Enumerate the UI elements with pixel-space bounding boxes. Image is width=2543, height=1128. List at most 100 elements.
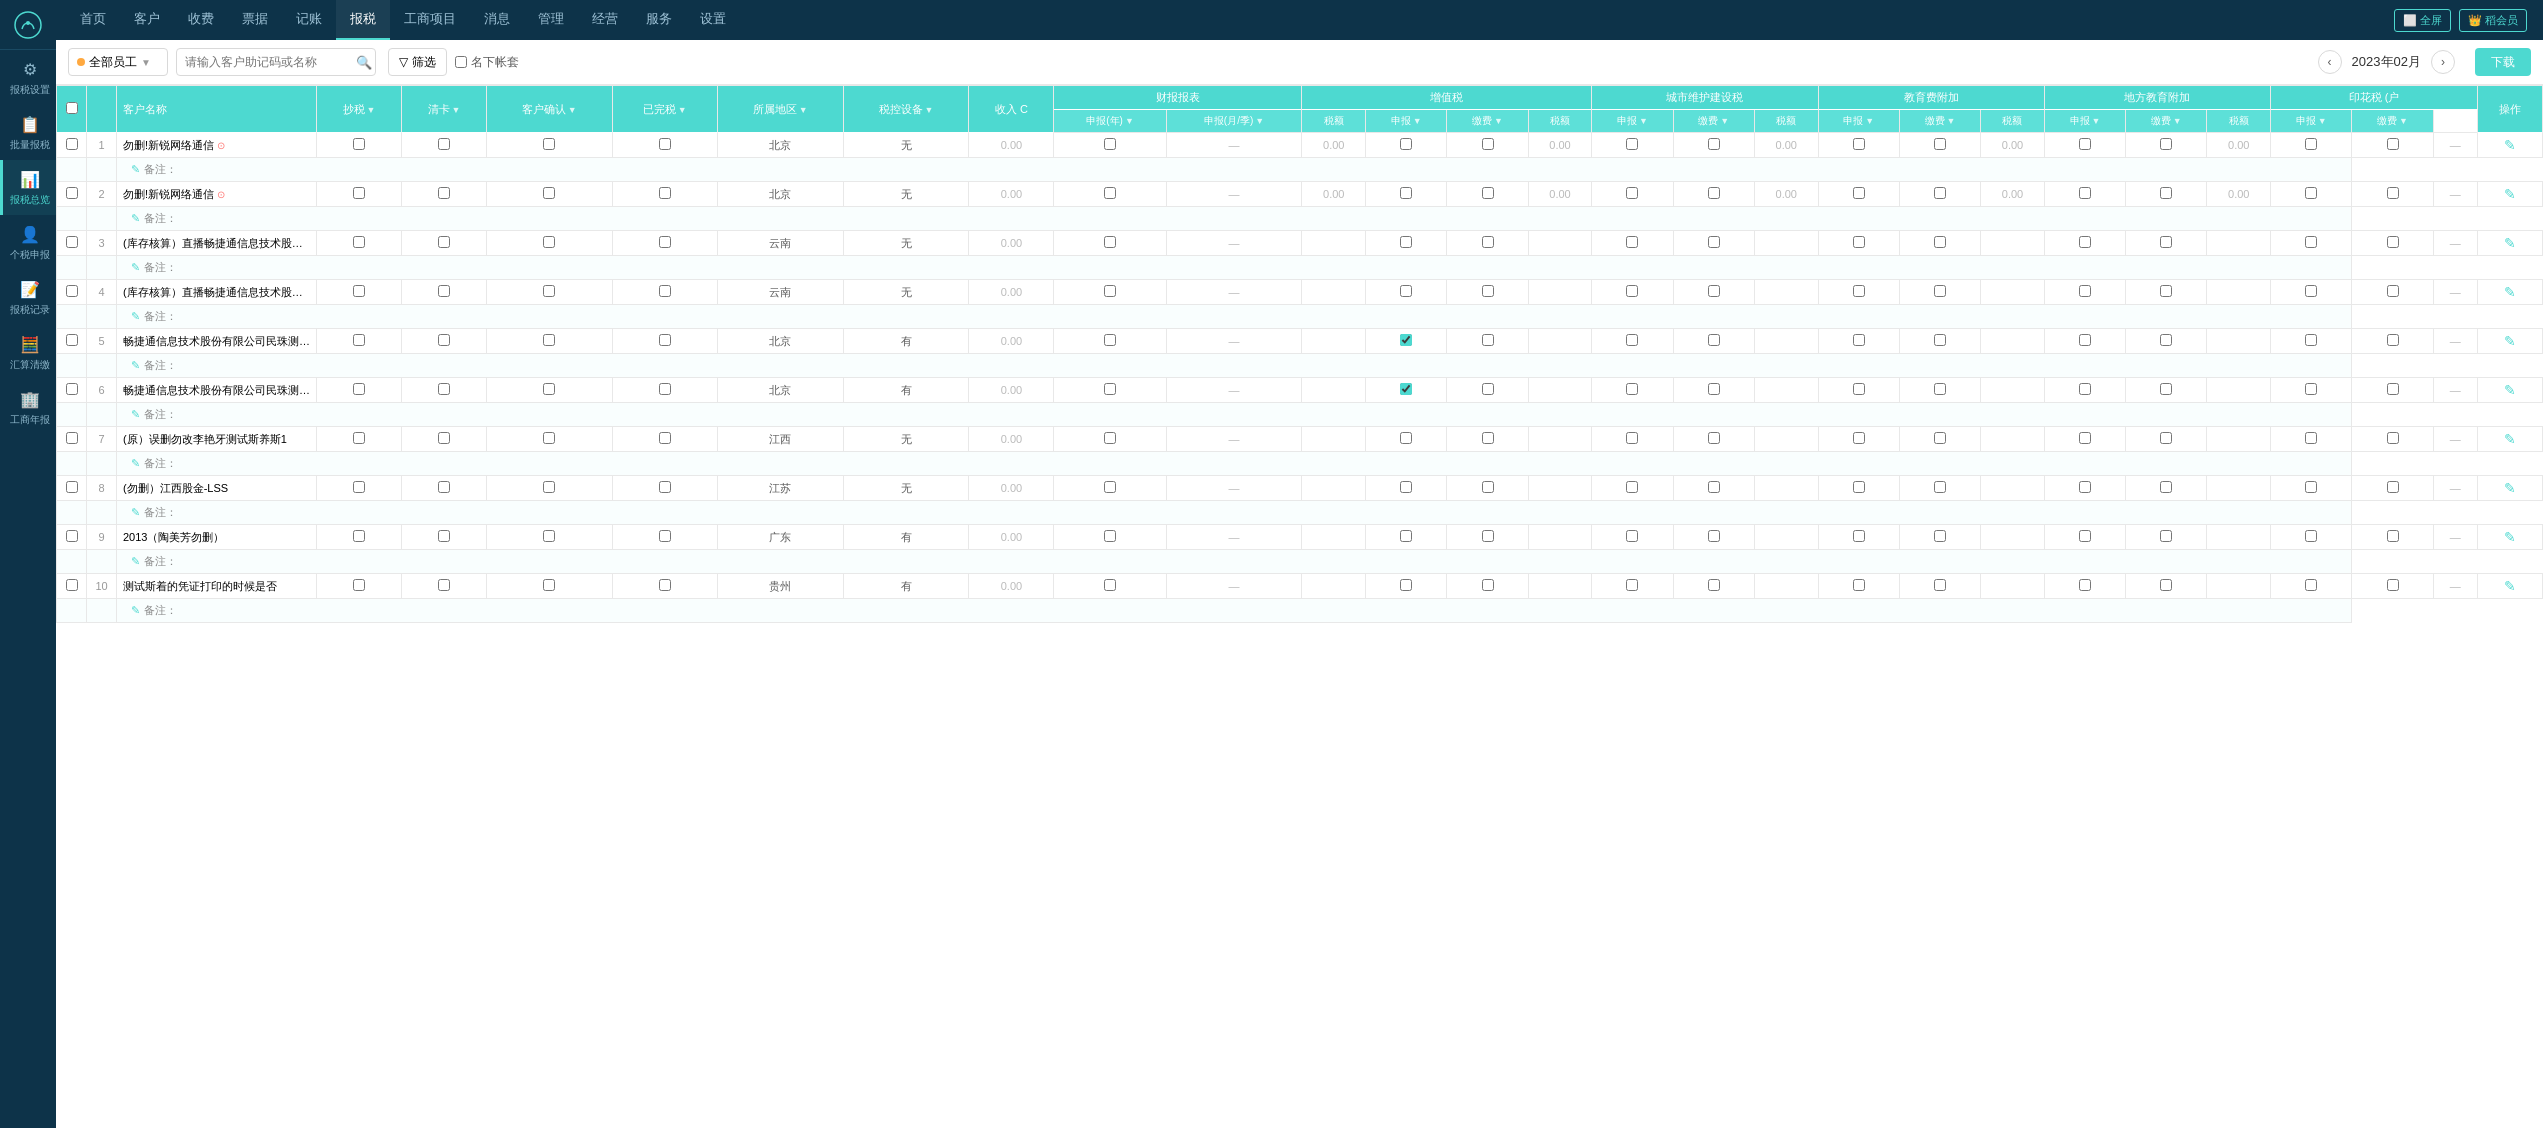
zengzhi-jf-cell[interactable] <box>1447 280 1528 305</box>
zengzhi-sb-cell[interactable] <box>1366 525 1447 550</box>
col-region-header[interactable]: 所属地区▼ <box>717 86 843 133</box>
difang-jf-cell[interactable] <box>2126 525 2207 550</box>
caibao-year-cell[interactable] <box>1054 231 1166 256</box>
difang-jf-cell[interactable] <box>2126 182 2207 207</box>
confirm-cell[interactable] <box>486 280 612 305</box>
sidebar-item-tax-overview[interactable]: 📊 报税总览 <box>0 160 56 215</box>
chaoshui-cell[interactable] <box>317 574 402 599</box>
caibao-year-cell[interactable] <box>1054 133 1166 158</box>
difang-jf-cell[interactable] <box>2126 476 2207 501</box>
row-select-checkbox[interactable] <box>57 133 87 158</box>
jy-sb-header[interactable]: 申报▼ <box>1818 110 1899 133</box>
yinhua-jf-cell[interactable] <box>2352 182 2433 207</box>
df-jf-header[interactable]: 缴费▼ <box>2126 110 2207 133</box>
note-content[interactable]: ✎备注： <box>117 452 2352 476</box>
difang-jf-cell[interactable] <box>2126 280 2207 305</box>
caibao-year-header[interactable]: 申报(年)▼ <box>1054 110 1166 133</box>
yinhua-sb-cell[interactable] <box>2271 280 2352 305</box>
row-select-checkbox[interactable] <box>57 525 87 550</box>
zengzhi-jf-cell[interactable] <box>1447 329 1528 354</box>
difang-sb-cell[interactable] <box>2044 427 2125 452</box>
yinhua-jf-cell[interactable] <box>2352 280 2433 305</box>
select-all-checkbox[interactable] <box>66 102 78 114</box>
chengshi-sb-cell[interactable] <box>1592 182 1673 207</box>
chaoshui-cell[interactable] <box>317 476 402 501</box>
sidebar-item-batch-tax[interactable]: 📋 批量报税 <box>0 105 56 160</box>
difang-jf-cell[interactable] <box>2126 231 2207 256</box>
sidebar-item-tax-settings[interactable]: ⚙ 报税设置 <box>0 50 56 105</box>
note-content[interactable]: ✎备注： <box>117 550 2352 574</box>
chengshi-jf-cell[interactable] <box>1673 574 1754 599</box>
yinhua-jf-cell[interactable] <box>2352 476 2433 501</box>
jiaoyu-jf-cell[interactable] <box>1899 525 1980 550</box>
jiaoyu-jf-cell[interactable] <box>1899 182 1980 207</box>
row-select-checkbox[interactable] <box>57 574 87 599</box>
chengshi-sb-cell[interactable] <box>1592 574 1673 599</box>
yinhua-sb-cell[interactable] <box>2271 476 2352 501</box>
qingka-cell[interactable] <box>401 476 486 501</box>
yinhua-sb-cell[interactable] <box>2271 378 2352 403</box>
qingka-cell[interactable] <box>401 182 486 207</box>
chaoshui-cell[interactable] <box>317 133 402 158</box>
operation-cell[interactable]: ✎ <box>2478 231 2543 256</box>
col-device-header[interactable]: 税控设备▼ <box>843 86 969 133</box>
jiaoyu-jf-cell[interactable] <box>1899 280 1980 305</box>
difang-jf-cell[interactable] <box>2126 133 2207 158</box>
yh-sb-header[interactable]: 申报▼ <box>2271 110 2352 133</box>
paid-cell[interactable] <box>612 182 717 207</box>
jiaoyu-sb-cell[interactable] <box>1818 378 1899 403</box>
edit-button[interactable]: ✎ <box>2504 137 2516 153</box>
edit-button[interactable]: ✎ <box>2504 235 2516 251</box>
chengshi-sb-cell[interactable] <box>1592 329 1673 354</box>
caibao-month-header[interactable]: 申报(月/季)▼ <box>1166 110 1302 133</box>
difang-sb-cell[interactable] <box>2044 280 2125 305</box>
confirm-cell[interactable] <box>486 427 612 452</box>
nav-operations[interactable]: 经营 <box>578 0 632 40</box>
caibao-year-cell[interactable] <box>1054 378 1166 403</box>
caibao-year-cell[interactable] <box>1054 427 1166 452</box>
row-select-checkbox[interactable] <box>57 231 87 256</box>
caibao-year-cell[interactable] <box>1054 525 1166 550</box>
difang-sb-cell[interactable] <box>2044 476 2125 501</box>
zengzhi-sb-cell[interactable] <box>1366 574 1447 599</box>
chengshi-sb-cell[interactable] <box>1592 525 1673 550</box>
yinhua-sb-cell[interactable] <box>2271 574 2352 599</box>
edit-button[interactable]: ✎ <box>2504 529 2516 545</box>
confirm-cell[interactable] <box>486 378 612 403</box>
edit-button[interactable]: ✎ <box>2504 284 2516 300</box>
chengshi-jf-cell[interactable] <box>1673 329 1754 354</box>
difang-sb-cell[interactable] <box>2044 329 2125 354</box>
yinhua-jf-cell[interactable] <box>2352 231 2433 256</box>
difang-jf-cell[interactable] <box>2126 378 2207 403</box>
row-select-checkbox[interactable] <box>57 280 87 305</box>
chengshi-sb-cell[interactable] <box>1592 378 1673 403</box>
chengshi-jf-cell[interactable] <box>1673 525 1754 550</box>
download-button[interactable]: 下载 <box>2475 48 2531 76</box>
sidebar-item-personal-tax[interactable]: 👤 个税申报 <box>0 215 56 270</box>
zengzhi-jf-cell[interactable] <box>1447 378 1528 403</box>
vip-button[interactable]: 👑 稻会员 <box>2459 9 2527 32</box>
edit-button[interactable]: ✎ <box>2504 480 2516 496</box>
paid-cell[interactable] <box>612 427 717 452</box>
operation-cell[interactable]: ✎ <box>2478 574 2543 599</box>
zz-jf-header[interactable]: 缴费▼ <box>1447 110 1528 133</box>
col-chaoshui-header[interactable]: 抄税▼ <box>317 86 402 133</box>
paid-cell[interactable] <box>612 133 717 158</box>
jiaoyu-sb-cell[interactable] <box>1818 182 1899 207</box>
paid-cell[interactable] <box>612 329 717 354</box>
zz-sb-header[interactable]: 申报▼ <box>1366 110 1447 133</box>
chengshi-jf-cell[interactable] <box>1673 427 1754 452</box>
jiaoyu-jf-cell[interactable] <box>1899 476 1980 501</box>
note-content[interactable]: ✎备注： <box>117 158 2352 182</box>
qingka-cell[interactable] <box>401 378 486 403</box>
jiaoyu-sb-cell[interactable] <box>1818 133 1899 158</box>
difang-sb-cell[interactable] <box>2044 378 2125 403</box>
chaoshui-cell[interactable] <box>317 182 402 207</box>
nav-settings[interactable]: 设置 <box>686 0 740 40</box>
yinhua-jf-cell[interactable] <box>2352 525 2433 550</box>
note-content[interactable]: ✎备注： <box>117 501 2352 525</box>
yinhua-sb-cell[interactable] <box>2271 329 2352 354</box>
note-content[interactable]: ✎备注： <box>117 305 2352 329</box>
caibao-year-cell[interactable] <box>1054 574 1166 599</box>
zengzhi-sb-cell[interactable] <box>1366 476 1447 501</box>
